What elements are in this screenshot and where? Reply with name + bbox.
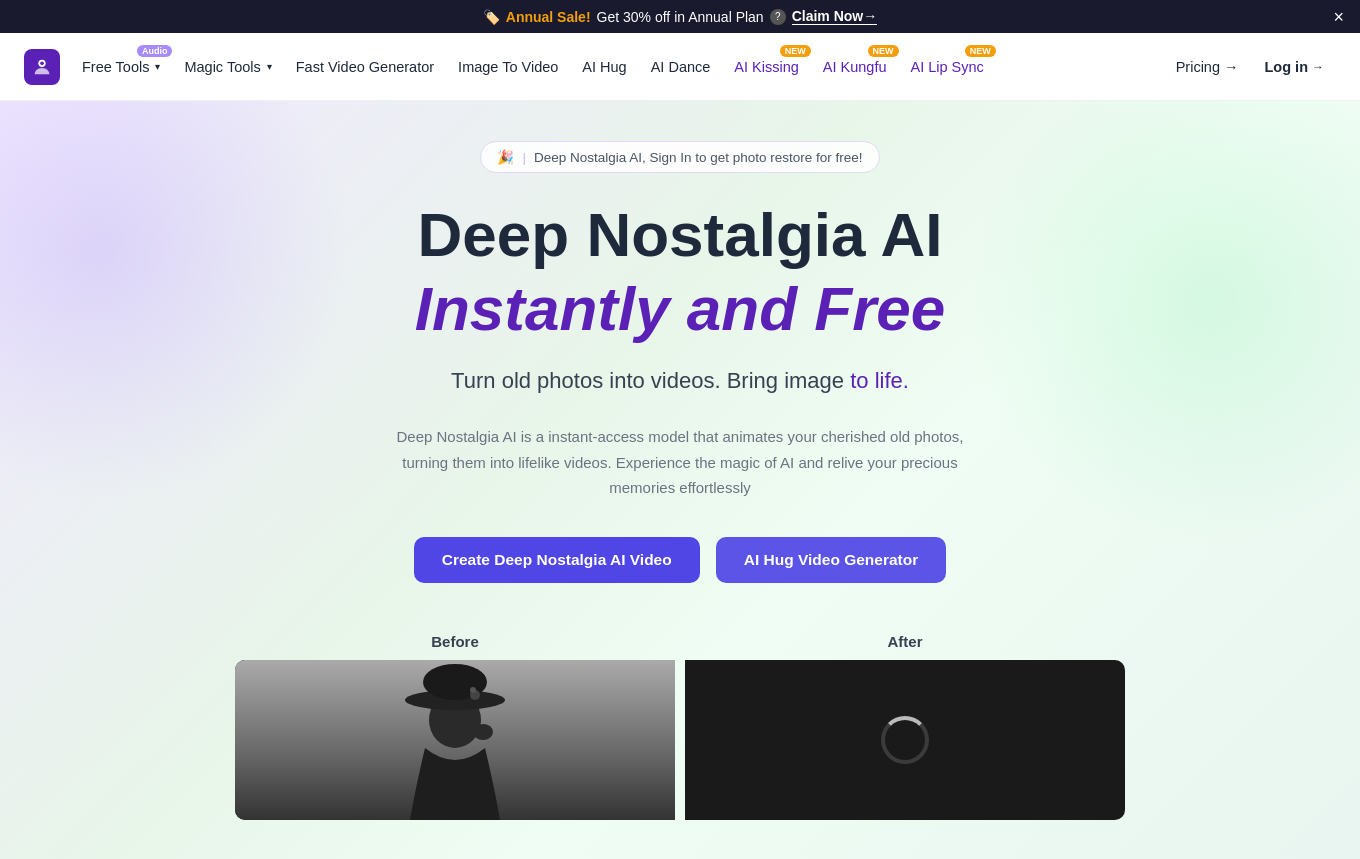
hero-title: Deep Nostalgia AI — [418, 201, 943, 269]
chevron-down-icon: ▾ — [155, 61, 160, 72]
tag-icon: 🏷️ — [483, 9, 500, 25]
logo-icon — [24, 49, 60, 85]
nav-fast-video[interactable]: Fast Video Generator — [286, 51, 444, 83]
hero-description: Deep Nostalgia AI is a instant-access mo… — [380, 424, 980, 501]
badge-divider: | — [522, 150, 526, 165]
create-video-button[interactable]: Create Deep Nostalgia AI Video — [414, 537, 700, 583]
ai-lip-sync-badge: NEW — [965, 45, 996, 57]
badge-text: Deep Nostalgia AI, Sign In to get photo … — [534, 150, 863, 165]
logo[interactable] — [24, 49, 60, 85]
badge-emoji: 🎉 — [497, 149, 514, 165]
after-image — [685, 660, 1125, 820]
free-tools-badge: Audio — [137, 45, 173, 57]
before-label: Before — [431, 633, 479, 650]
ai-hug-button[interactable]: AI Hug Video Generator — [716, 537, 947, 583]
ai-kissing-badge: NEW — [780, 45, 811, 57]
pricing-arrow: → — [1224, 59, 1239, 75]
sale-label: Annual Sale! — [506, 9, 591, 25]
navbar: Free Tools ▾ Audio Magic Tools ▾ Fast Vi… — [0, 33, 1360, 101]
hero-subtitle: Turn old photos into videos. Bring image… — [451, 368, 909, 394]
nav-ai-lip-sync[interactable]: AI Lip Sync NEW — [901, 51, 994, 83]
ai-kungfu-badge: NEW — [868, 45, 899, 57]
svg-point-8 — [470, 687, 476, 693]
after-column: After — [680, 633, 1130, 820]
before-image-inner — [235, 660, 675, 820]
login-button[interactable]: Log in → — [1253, 51, 1337, 83]
nav-ai-kungfu[interactable]: AI Kungfu NEW — [813, 51, 897, 83]
info-icon: ? — [770, 9, 786, 25]
before-after-section: Before — [230, 633, 1130, 820]
nav-free-tools[interactable]: Free Tools ▾ Audio — [72, 51, 170, 83]
loading-spinner — [881, 716, 929, 764]
hero-badge[interactable]: 🎉 | Deep Nostalgia AI, Sign In to get ph… — [480, 141, 879, 173]
before-column: Before — [230, 633, 680, 820]
login-arrow: → — [1312, 60, 1324, 74]
svg-point-6 — [473, 724, 493, 740]
hero-content: 🎉 | Deep Nostalgia AI, Sign In to get ph… — [230, 141, 1130, 820]
svg-point-1 — [40, 61, 44, 65]
announcement-description: Get 30% off in Annual Plan — [597, 9, 764, 25]
announcement-bar: 🏷️ Annual Sale! Get 30% off in Annual Pl… — [0, 0, 1360, 33]
nav-pricing[interactable]: Pricing → — [1166, 51, 1249, 83]
nav-magic-tools[interactable]: Magic Tools ▾ — [174, 51, 281, 83]
chevron-down-icon-magic: ▾ — [267, 61, 272, 72]
nav-ai-kissing[interactable]: AI Kissing NEW — [724, 51, 808, 83]
nav-ai-dance[interactable]: AI Dance — [641, 51, 721, 83]
hero-buttons: Create Deep Nostalgia AI Video AI Hug Vi… — [414, 537, 947, 583]
after-label: After — [887, 633, 922, 650]
hero-title-colored: Instantly and Free — [415, 273, 946, 344]
hero-section: 🎉 | Deep Nostalgia AI, Sign In to get ph… — [0, 101, 1360, 859]
claim-now-link[interactable]: Claim Now→ — [792, 8, 878, 25]
before-image — [235, 660, 675, 820]
before-image-svg — [235, 660, 675, 820]
announcement-close-button[interactable]: × — [1333, 8, 1344, 26]
nav-ai-hug[interactable]: AI Hug — [572, 51, 636, 83]
nav-image-to-video[interactable]: Image To Video — [448, 51, 568, 83]
